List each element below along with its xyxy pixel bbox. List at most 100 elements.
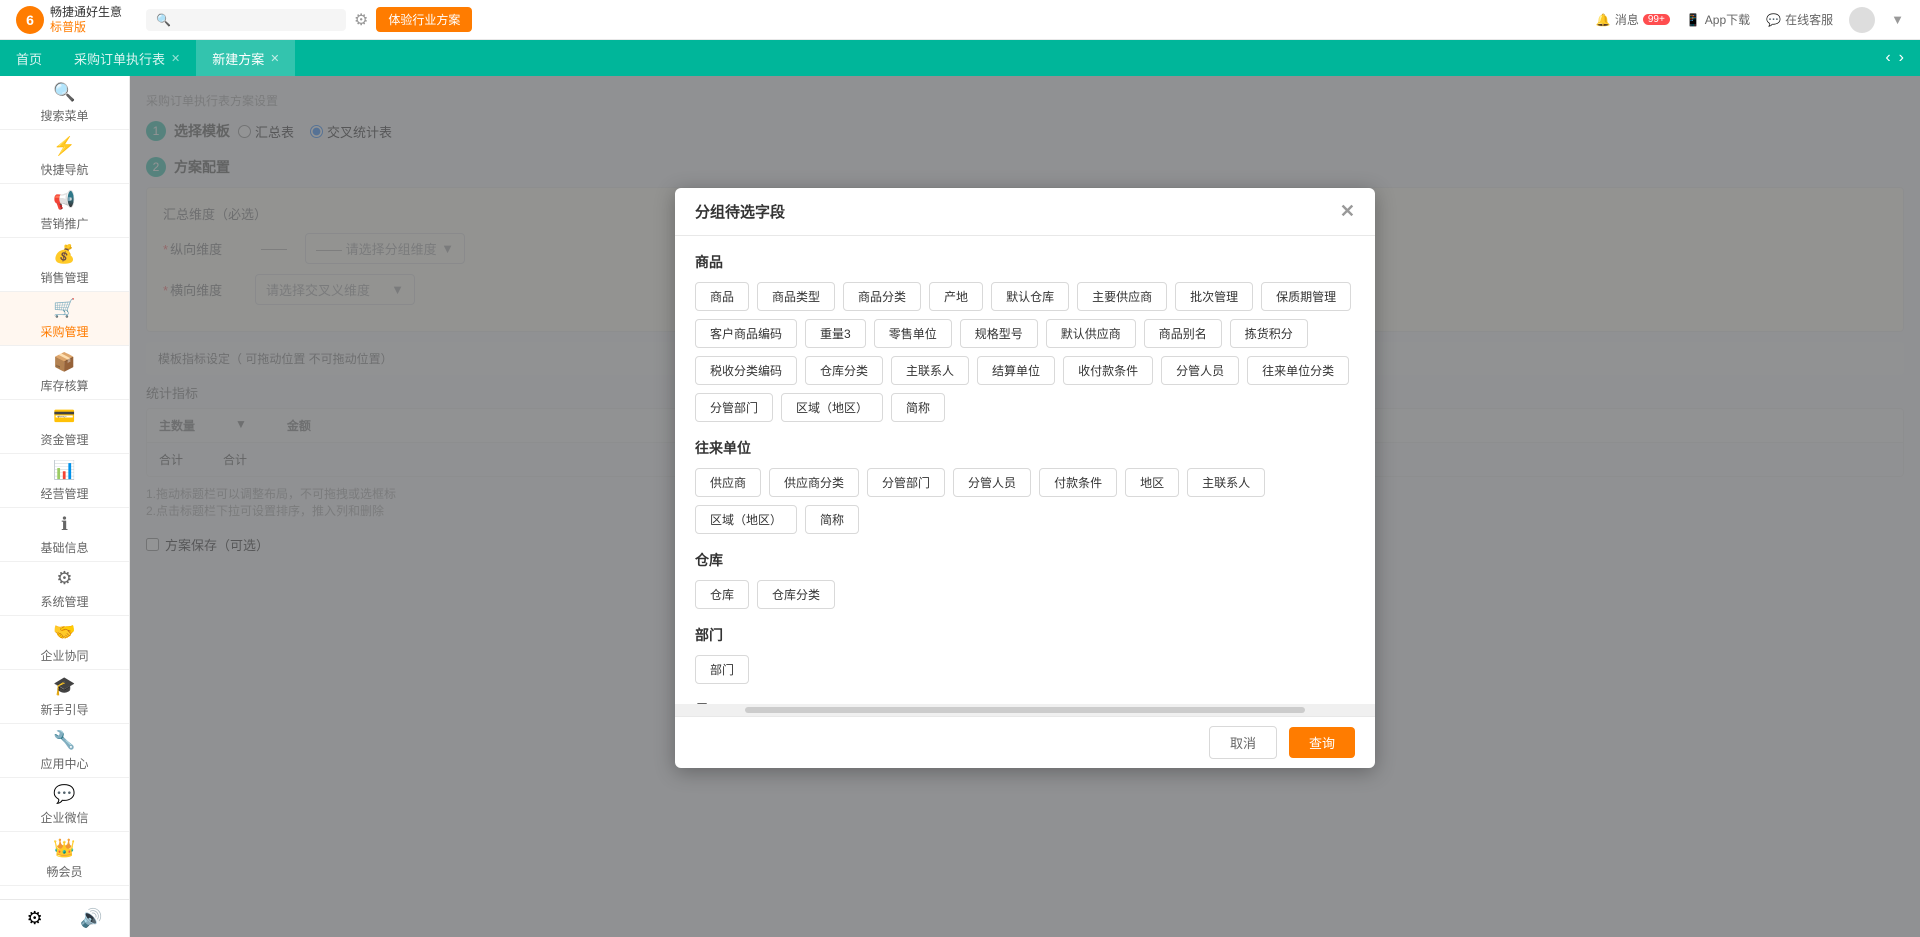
sidebar-item-wechat[interactable]: 💬 企业微信	[0, 778, 129, 832]
field-tag[interactable]: 主联系人	[891, 356, 969, 385]
sidebar-item-purchase[interactable]: 🛒 采购管理	[0, 292, 129, 346]
online-service-item[interactable]: 💬 在线客服	[1766, 11, 1833, 28]
field-tag[interactable]: 收付款条件	[1063, 356, 1153, 385]
sidebar-item-search-label: 搜索菜单	[40, 107, 88, 124]
field-tag[interactable]: 仓库分类	[805, 356, 883, 385]
section-goods-title: 商品	[695, 252, 1355, 272]
section-warehouse: 仓库 仓库仓库分类	[695, 550, 1355, 609]
search-input-wrap[interactable]: 🔍	[146, 9, 346, 31]
section-partner-title: 往来单位	[695, 438, 1355, 458]
tab-new-plan-label: 新建方案	[212, 49, 264, 68]
sidebar-item-finance-label: 资金管理	[40, 431, 88, 448]
field-tag[interactable]: 仓库	[695, 580, 749, 609]
sidebar-item-app-center[interactable]: 🔧 应用中心	[0, 724, 129, 778]
sidebar-item-inventory-label: 库存核算	[40, 377, 88, 394]
app-download-item[interactable]: 📱 App下载	[1686, 11, 1750, 28]
app-download-label: App下载	[1705, 11, 1750, 28]
sidebar-item-finance[interactable]: 💳 资金管理	[0, 400, 129, 454]
member-icon: 👑	[53, 838, 75, 859]
field-tag[interactable]: 商品	[695, 282, 749, 311]
tab-new-plan-close[interactable]: ✕	[270, 52, 279, 65]
tab-home-label: 首页	[16, 49, 42, 68]
field-tag[interactable]: 地区	[1125, 468, 1179, 497]
field-tag[interactable]: 默认供应商	[1046, 319, 1136, 348]
modal-close-btn[interactable]: ✕	[1340, 202, 1355, 220]
tab-new-plan[interactable]: 新建方案 ✕	[196, 40, 295, 76]
avatar[interactable]	[1849, 7, 1875, 33]
field-tag[interactable]: 部门	[695, 655, 749, 684]
field-tag[interactable]: 分管部门	[695, 393, 773, 422]
field-tag[interactable]: 往来单位分类	[1247, 356, 1349, 385]
nav-arrow-left[interactable]: ‹	[1885, 49, 1890, 67]
field-tag[interactable]: 规格型号	[960, 319, 1038, 348]
warehouse-field-tags: 仓库仓库分类	[695, 580, 1355, 609]
sidebar-item-operations[interactable]: 📊 经营管理	[0, 454, 129, 508]
field-tag[interactable]: 商品别名	[1144, 319, 1222, 348]
system-icon: ⚙	[56, 568, 72, 589]
cancel-button[interactable]: 取消	[1209, 726, 1277, 759]
nav-tabs: 首页 采购订单执行表 ✕ 新建方案 ✕ ‹ ›	[0, 40, 1920, 76]
field-tag[interactable]: 区域（地区）	[695, 505, 797, 534]
sidebar-sound-icon[interactable]: 🔊	[80, 908, 102, 929]
sidebar-item-sales[interactable]: 💰 销售管理	[0, 238, 129, 292]
field-tag[interactable]: 默认仓库	[991, 282, 1069, 311]
field-tag[interactable]: 重量3	[805, 319, 866, 348]
field-tag[interactable]: 零售单位	[874, 319, 952, 348]
section-goods: 商品 商品商品类型商品分类产地默认仓库主要供应商批次管理保质期管理客户商品编码重…	[695, 252, 1355, 422]
sidebar-gear-icon[interactable]: ⚙	[27, 908, 43, 929]
field-tag[interactable]: 主要供应商	[1077, 282, 1167, 311]
gear-icon-header[interactable]: ⚙	[354, 10, 368, 30]
sidebar-item-system-label: 系统管理	[40, 593, 88, 610]
field-tag[interactable]: 批次管理	[1175, 282, 1253, 311]
user-arrow-icon[interactable]: ▼	[1891, 12, 1904, 27]
sidebar-item-inventory[interactable]: 📦 库存核算	[0, 346, 129, 400]
sidebar-item-member[interactable]: 👑 畅会员	[0, 832, 129, 886]
notification-badge: 99+	[1643, 14, 1670, 25]
field-tag[interactable]: 保质期管理	[1261, 282, 1351, 311]
sidebar-item-member-label: 畅会员	[46, 863, 82, 880]
field-tag[interactable]: 简称	[805, 505, 859, 534]
field-tag[interactable]: 商品类型	[757, 282, 835, 311]
field-tag[interactable]: 客户商品编码	[695, 319, 797, 348]
field-tag[interactable]: 产地	[929, 282, 983, 311]
sidebar-item-search[interactable]: 🔍 搜索菜单	[0, 76, 129, 130]
field-tag[interactable]: 付款条件	[1039, 468, 1117, 497]
experience-btn[interactable]: 体验行业方案	[376, 7, 472, 32]
tab-home[interactable]: 首页	[0, 40, 58, 76]
field-tag[interactable]: 分管部门	[867, 468, 945, 497]
modal-body[interactable]: 商品 商品商品类型商品分类产地默认仓库主要供应商批次管理保质期管理客户商品编码重…	[675, 236, 1375, 704]
field-tag[interactable]: 商品分类	[843, 282, 921, 311]
sidebar-item-quick-nav[interactable]: ⚡ 快捷导航	[0, 130, 129, 184]
notification-item[interactable]: 🔔 消息 99+	[1596, 11, 1670, 28]
nav-arrow-right[interactable]: ›	[1899, 49, 1904, 67]
sidebar-item-marketing[interactable]: 📢 营销推广	[0, 184, 129, 238]
field-tag[interactable]: 主联系人	[1187, 468, 1265, 497]
field-tag[interactable]: 简称	[891, 393, 945, 422]
sidebar-bottom: ⚙ 🔊	[0, 899, 129, 937]
sidebar-item-basic-info[interactable]: ℹ 基础信息	[0, 508, 129, 562]
sidebar-item-system[interactable]: ⚙ 系统管理	[0, 562, 129, 616]
field-tag[interactable]: 区域（地区）	[781, 393, 883, 422]
sidebar-item-collab-label: 企业协同	[40, 647, 88, 664]
field-tag[interactable]: 拣货积分	[1230, 319, 1308, 348]
field-tag[interactable]: 仓库分类	[757, 580, 835, 609]
section-dept: 部门 部门	[695, 625, 1355, 684]
field-tag[interactable]: 供应商分类	[769, 468, 859, 497]
search-input[interactable]	[177, 13, 317, 27]
tab-purchase-order[interactable]: 采购订单执行表 ✕	[58, 40, 196, 76]
modal-hscrollbar[interactable]	[675, 704, 1375, 716]
sidebar-item-quick-nav-label: 快捷导航	[40, 161, 88, 178]
field-tag[interactable]: 税收分类编码	[695, 356, 797, 385]
section-partner: 往来单位 供应商供应商分类分管部门分管人员付款条件地区主联系人区域（地区） 简称	[695, 438, 1355, 534]
sidebar-item-guide[interactable]: 🎓 新手引导	[0, 670, 129, 724]
confirm-button[interactable]: 查询	[1289, 727, 1355, 758]
field-tag[interactable]: 供应商	[695, 468, 761, 497]
wechat-icon: 💬	[53, 784, 75, 805]
tab-purchase-order-close[interactable]: ✕	[171, 52, 180, 65]
field-tag[interactable]: 结算单位	[977, 356, 1055, 385]
field-tag[interactable]: 分管人员	[953, 468, 1031, 497]
sidebar-item-collab[interactable]: 🤝 企业协同	[0, 616, 129, 670]
sidebar-item-sales-label: 销售管理	[40, 269, 88, 286]
field-tag[interactable]: 分管人员	[1161, 356, 1239, 385]
modal-title: 分组待选字段	[695, 201, 785, 222]
